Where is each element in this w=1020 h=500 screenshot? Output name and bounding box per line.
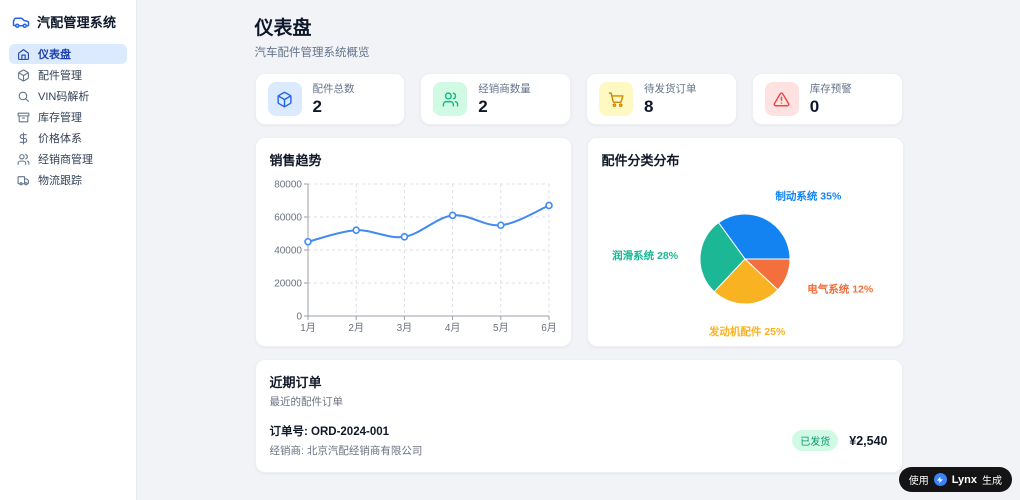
sidebar-item-label: 物流跟踪 — [38, 175, 82, 187]
order-row[interactable]: 订单号: ORD-2024-001 经销商: 北京汽配经销商有限公司 已发货 ¥… — [270, 423, 888, 458]
stat-value: 8 — [644, 97, 654, 116]
stat-value: 2 — [312, 97, 322, 116]
sidebar-item-label: 价格体系 — [38, 133, 82, 145]
app-root: 汽配管理系统 仪表盘 配件管理 VIN码解析 库存管理 价格体系 经销商管理 物… — [0, 0, 1020, 500]
stat-card-pending-orders: 待发货订单 8 — [586, 73, 737, 125]
app-title: 汽配管理系统 — [37, 15, 117, 30]
lynx-badge[interactable]: 使用 Lynx 生成 — [898, 467, 1012, 492]
stat-value: 2 — [478, 97, 488, 116]
page-subtitle: 汽车配件管理系统概览 — [254, 47, 370, 59]
category-distribution-card: 配件分类分布 制动系统 35% 润滑系统 28% 发动机配件 25% 电气系统 12% — [586, 137, 904, 347]
svg-text:制动系统 35%: 制动系统 35% — [775, 189, 842, 202]
pie-chart: 制动系统 35% 润滑系统 28% 发动机配件 25% 电气系统 12% — [612, 189, 874, 338]
recent-orders-card: 近期订单 最近的配件订单 订单号: ORD-2024-001 经销商: 北京汽配… — [254, 359, 903, 473]
car-icon — [12, 13, 30, 31]
line-chart: 0 20000 40000 60000 80000 1月 2月 3月 4月 5月 6月 — [274, 180, 557, 335]
svg-text:60000: 60000 — [274, 213, 302, 224]
svg-text:3月: 3月 — [396, 322, 412, 334]
sidebar-item-label: 配件管理 — [38, 70, 82, 82]
recent-orders-title: 近期订单 — [269, 375, 322, 390]
sidebar-item-dashboard[interactable]: 仪表盘 — [9, 44, 127, 64]
svg-text:2月: 2月 — [348, 322, 364, 334]
shopping-cart-icon — [599, 82, 633, 116]
sidebar-item-logistics[interactable]: 物流跟踪 — [9, 170, 127, 190]
stat-value: 0 — [809, 97, 820, 116]
lynx-badge-prefix: 使用 — [908, 476, 929, 487]
stat-card-parts-total: 配件总数 2 — [254, 73, 406, 125]
stat-label: 待发货订单 — [644, 83, 697, 95]
sidebar-item-parts[interactable]: 配件管理 — [9, 65, 127, 85]
svg-text:6月: 6月 — [541, 322, 557, 334]
main-content: 仪表盘 汽车配件管理系统概览 配件总数 2 经销商数量 2 待发货订单 8 库存… — [137, 0, 1020, 500]
users-icon — [17, 153, 30, 166]
sidebar-item-vin[interactable]: VIN码解析 — [9, 86, 127, 106]
sales-trend-card: 销售趋势 0 20000 40000 60000 80000 1月 2月 3月 4月 5月 6月 — [254, 137, 572, 347]
alert-triangle-icon — [764, 82, 799, 116]
sidebar-item-inventory[interactable]: 库存管理 — [9, 107, 127, 127]
order-amount: ¥2,540 — [849, 433, 888, 448]
dollar-icon — [17, 132, 30, 145]
stat-label: 经销商数量 — [478, 83, 531, 95]
lynx-badge-suffix: 生成 — [982, 476, 1002, 487]
truck-icon — [17, 174, 30, 187]
svg-text:40000: 40000 — [274, 246, 302, 257]
order-number: 订单号: ORD-2024-001 — [269, 426, 390, 438]
package-icon — [267, 82, 302, 116]
page-title: 仪表盘 — [254, 18, 312, 39]
order-dealer: 经销商: 北京汽配经销商有限公司 — [269, 445, 423, 457]
sidebar-item-dealers[interactable]: 经销商管理 — [9, 149, 127, 169]
svg-text:20000: 20000 — [274, 279, 302, 290]
stat-label: 配件总数 — [312, 83, 355, 95]
sidebar-item-label: VIN码解析 — [38, 91, 90, 103]
chart-title: 配件分类分布 — [601, 153, 680, 168]
svg-text:发动机配件 25%: 发动机配件 25% — [707, 325, 785, 337]
sidebar-item-label: 经销商管理 — [38, 154, 93, 166]
users-icon — [433, 82, 468, 116]
home-icon — [17, 48, 30, 61]
svg-text:0: 0 — [296, 312, 302, 323]
archive-icon — [17, 111, 30, 124]
svg-text:80000: 80000 — [274, 180, 302, 191]
app-logo: 汽配管理系统 — [9, 10, 127, 44]
stat-label: 库存预警 — [809, 83, 852, 95]
recent-orders-subtitle: 最近的配件订单 — [269, 396, 344, 408]
svg-text:润滑系统 28%: 润滑系统 28% — [612, 249, 679, 262]
stat-card-stock-alerts: 库存预警 0 — [751, 73, 903, 125]
sidebar: 汽配管理系统 仪表盘 配件管理 VIN码解析 库存管理 价格体系 经销商管理 物… — [0, 0, 137, 500]
sidebar-item-label: 库存管理 — [38, 112, 82, 124]
status-badge: 已发货 — [792, 430, 839, 451]
package-icon — [17, 69, 30, 82]
chart-title: 销售趋势 — [269, 153, 322, 168]
stat-card-dealers: 经销商数量 2 — [420, 73, 571, 125]
svg-text:4月: 4月 — [444, 322, 460, 334]
sidebar-item-pricing[interactable]: 价格体系 — [9, 128, 127, 148]
sidebar-item-label: 仪表盘 — [38, 49, 71, 61]
lynx-logo-icon — [933, 473, 947, 486]
svg-text:1月: 1月 — [300, 322, 316, 334]
stats-row: 配件总数 2 经销商数量 2 待发货订单 8 库存预警 0 — [254, 73, 903, 125]
charts-row: 销售趋势 0 20000 40000 60000 80000 1月 2月 3月 4月 5月 6月 配… — [254, 137, 904, 347]
svg-text:电气系统 12%: 电气系统 12% — [807, 283, 874, 296]
sidebar-nav: 仪表盘 配件管理 VIN码解析 库存管理 价格体系 经销商管理 物流跟踪 — [9, 44, 127, 190]
search-icon — [17, 90, 30, 103]
lynx-badge-brand: Lynx — [951, 473, 977, 486]
svg-text:5月: 5月 — [493, 322, 509, 334]
